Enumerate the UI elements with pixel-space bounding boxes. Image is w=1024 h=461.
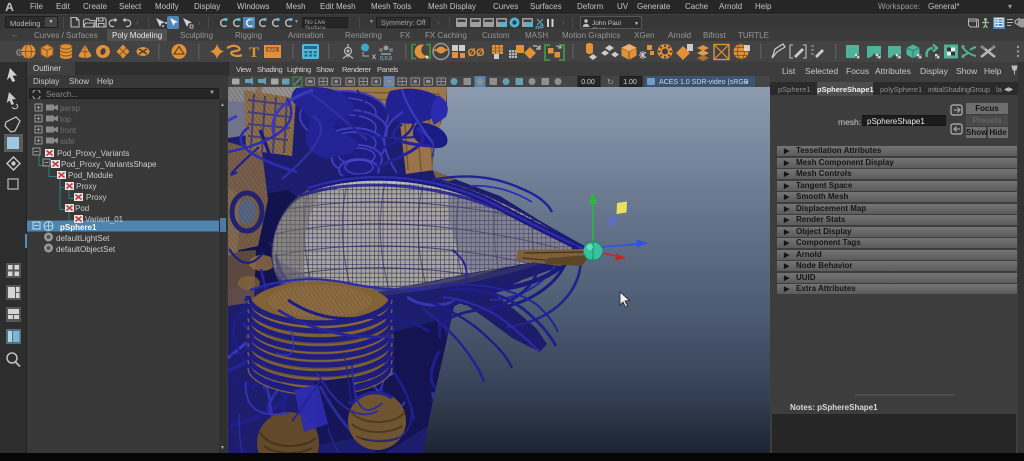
svg-text:▼: ▼ — [744, 80, 749, 86]
svg-text:0.00: 0.00 — [581, 79, 595, 86]
svg-text:top: top — [60, 115, 72, 124]
svg-text:Proxy: Proxy — [76, 182, 96, 191]
svg-text:x: x — [372, 52, 376, 61]
svg-text:Pod: Pod — [75, 204, 89, 213]
svg-text:side: side — [60, 137, 75, 146]
svg-text:Pod_Proxy_VariantsShape: Pod_Proxy_VariantsShape — [61, 160, 157, 169]
svg-text:defaultObjectSet: defaultObjectSet — [56, 245, 116, 254]
svg-text:ACES 1.0 SDR-video (sRGB: ACES 1.0 SDR-video (sRGB — [659, 79, 749, 86]
svg-text:ØØ: ØØ — [467, 47, 485, 59]
svg-text:T: T — [249, 45, 259, 61]
svg-text:pSphere1: pSphere1 — [60, 223, 97, 232]
svg-text:Proxy: Proxy — [86, 193, 106, 202]
svg-text:1.00: 1.00 — [623, 79, 637, 86]
svg-text:Pod_Proxy_Variants: Pod_Proxy_Variants — [57, 149, 129, 158]
svg-text:Pod_Module: Pod_Module — [68, 171, 113, 180]
svg-text:↻: ↻ — [607, 78, 614, 87]
svg-text:SVG: SVG — [267, 48, 277, 53]
svg-text:persp: persp — [60, 104, 81, 113]
svg-text:defaultLightSet: defaultLightSet — [56, 234, 110, 243]
svg-text:front: front — [60, 126, 77, 135]
